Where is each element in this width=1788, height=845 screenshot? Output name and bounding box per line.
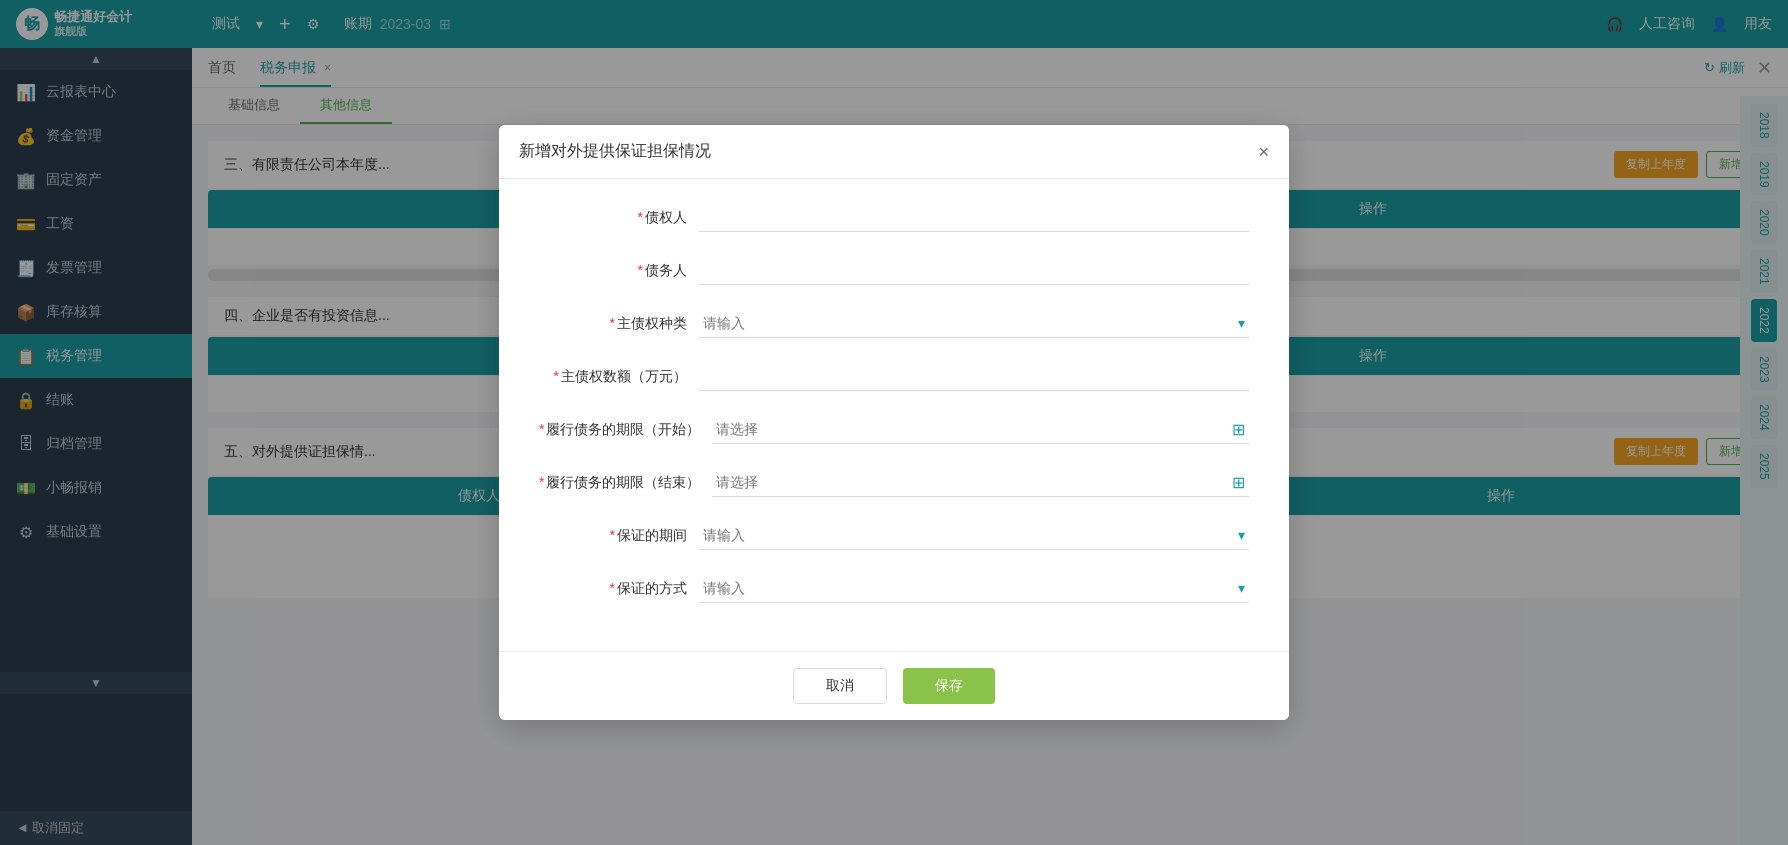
- debt-type-dropdown-icon[interactable]: ▾: [1234, 315, 1249, 331]
- modal-overlay: 新增对外提供保证担保情况 × *债权人 *债务人 *: [0, 0, 1788, 845]
- guarantee-period-label: *保证的期间: [539, 527, 699, 545]
- period-end-input[interactable]: [712, 468, 1228, 496]
- period-start-label: *履行债务的期限（开始）: [539, 421, 712, 439]
- cancel-button[interactable]: 取消: [793, 668, 887, 704]
- guarantee-period-dropdown-icon[interactable]: ▾: [1234, 527, 1249, 543]
- save-button[interactable]: 保存: [903, 668, 995, 704]
- debt-type-select-wrap: ▾: [699, 309, 1249, 338]
- guarantee-method-label: *保证的方式: [539, 580, 699, 598]
- form-row-period-end: *履行债务的期限（结束） ⊞: [539, 468, 1249, 497]
- debt-type-label: *主债权种类: [539, 315, 699, 333]
- debtor-label: *债务人: [539, 262, 699, 280]
- form-row-debtor: *债务人: [539, 256, 1249, 285]
- guarantee-method-select-wrap: ▾: [699, 574, 1249, 603]
- modal-close-button[interactable]: ×: [1258, 143, 1269, 161]
- period-start-calendar-icon[interactable]: ⊞: [1228, 420, 1249, 439]
- debt-amount-input[interactable]: [699, 362, 1249, 391]
- period-end-wrap: ⊞: [712, 468, 1249, 497]
- period-end-calendar-icon[interactable]: ⊞: [1228, 473, 1249, 492]
- debt-amount-label: *主债权数额（万元）: [539, 368, 699, 386]
- creditor-label: *债权人: [539, 209, 699, 227]
- debt-type-input[interactable]: [699, 309, 1234, 337]
- modal-body: *债权人 *债务人 *主债权种类 ▾: [499, 179, 1289, 651]
- period-start-input[interactable]: [712, 415, 1228, 443]
- period-end-label: *履行债务的期限（结束）: [539, 474, 712, 492]
- debtor-input[interactable]: [699, 256, 1249, 285]
- modal-header: 新增对外提供保证担保情况 ×: [499, 125, 1289, 179]
- form-row-debt-amount: *主债权数额（万元）: [539, 362, 1249, 391]
- form-row-debt-type: *主债权种类 ▾: [539, 309, 1249, 338]
- modal-footer: 取消 保存: [499, 651, 1289, 720]
- guarantee-period-input[interactable]: [699, 521, 1234, 549]
- guarantee-period-select-wrap: ▾: [699, 521, 1249, 550]
- creditor-input[interactable]: [699, 203, 1249, 232]
- modal-title: 新增对外提供保证担保情况: [519, 141, 711, 162]
- guarantee-method-input[interactable]: [699, 574, 1234, 602]
- form-row-period-start: *履行债务的期限（开始） ⊞: [539, 415, 1249, 444]
- form-row-guarantee-method: *保证的方式 ▾: [539, 574, 1249, 603]
- modal-dialog: 新增对外提供保证担保情况 × *债权人 *债务人 *: [499, 125, 1289, 720]
- period-start-wrap: ⊞: [712, 415, 1249, 444]
- form-row-creditor: *债权人: [539, 203, 1249, 232]
- guarantee-method-dropdown-icon[interactable]: ▾: [1234, 580, 1249, 596]
- form-row-guarantee-period: *保证的期间 ▾: [539, 521, 1249, 550]
